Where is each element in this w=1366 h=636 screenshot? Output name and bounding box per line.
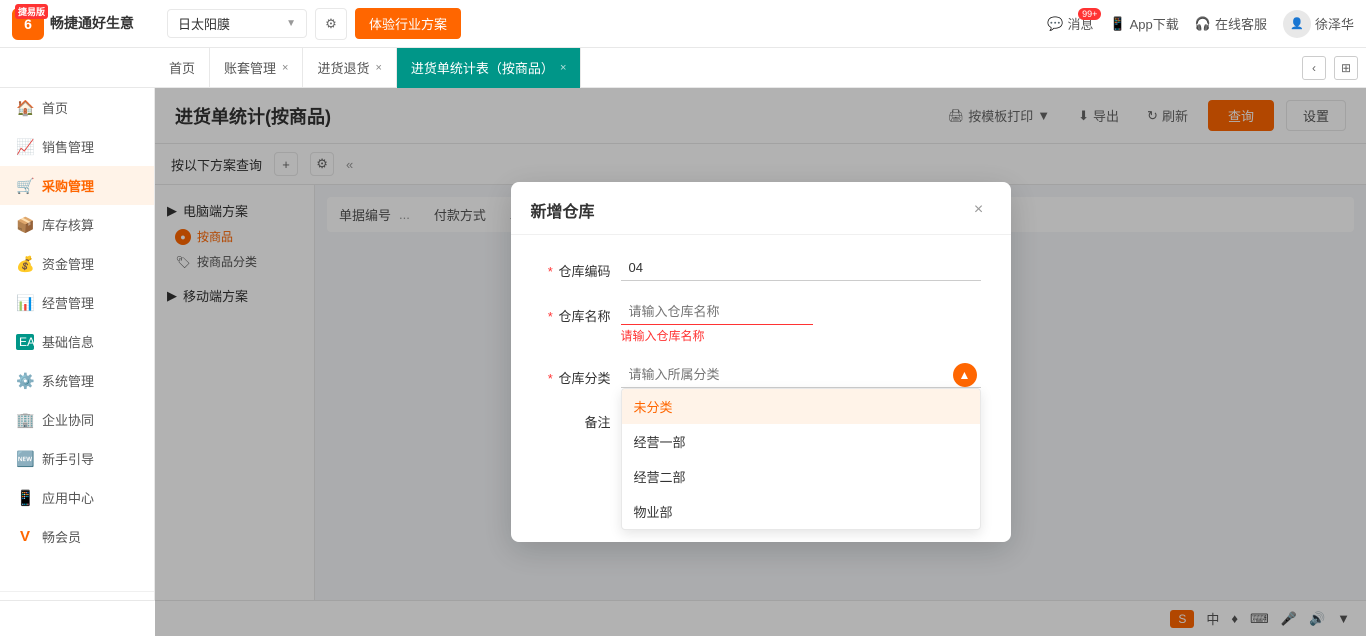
home-icon: 🏠 xyxy=(16,99,34,117)
sidebar-item-guide[interactable]: 🆕 新手引导 xyxy=(0,439,154,478)
online-service-item[interactable]: 🎧 在线客服 xyxy=(1195,14,1267,33)
warehouse-name-error: 请输入仓库名称 xyxy=(541,327,705,344)
tab-purchase-return[interactable]: 进货退货 × xyxy=(303,48,396,88)
dialog-title: 新增仓库 xyxy=(531,198,595,222)
finance-icon: 💰 xyxy=(16,255,34,273)
close-icon[interactable]: × xyxy=(375,62,381,74)
sidebar-item-purchase[interactable]: 🛒 采购管理 xyxy=(0,166,154,205)
close-icon[interactable]: × xyxy=(560,62,566,74)
warehouse-name-input[interactable] xyxy=(621,299,813,325)
top-header: 6 捷易版 畅捷通好生意 日太阳膜 ▼ ⚙ 体验行业方案 💬 消息 99+ 📱 … xyxy=(0,0,1366,48)
header-middle: 日太阳膜 ▼ ⚙ 体验行业方案 xyxy=(167,8,1047,40)
warehouse-name-label: * 仓库名称 xyxy=(541,300,621,325)
tab-purchase-stat[interactable]: 进货单统计表（按商品） × xyxy=(397,48,581,88)
modal-overlay: 新增仓库 × * 仓库编码 xyxy=(155,88,1366,636)
tab-home[interactable]: 首页 xyxy=(155,48,210,88)
system-icon: ⚙️ xyxy=(16,372,34,390)
user-item[interactable]: 👤 徐泽华 xyxy=(1283,10,1354,38)
dialog-body: * 仓库编码 * 仓库名称 xyxy=(511,235,1011,476)
operation-icon: 📊 xyxy=(16,294,34,312)
phone-icon: 📱 xyxy=(1109,16,1125,32)
warehouse-code-row: * 仓库编码 xyxy=(541,255,981,281)
app-download-item[interactable]: 📱 App下载 xyxy=(1109,14,1178,33)
category-dropdown-wrapper: ▲ 未分类 经营一部 经营二部 物业部 xyxy=(621,362,981,388)
content-area: 进货单统计(按商品) 🖨 按模板打印 ▼ ⬇ 导出 ↻ 刷新 查询 设置 xyxy=(155,88,1366,636)
logo-text: 畅捷通好生意 xyxy=(50,14,134,32)
warehouse-code-input[interactable] xyxy=(621,255,981,281)
basic-info-icon: EA xyxy=(16,334,34,350)
dropdown-option-property[interactable]: 物业部 xyxy=(622,494,980,529)
sidebar-item-finance[interactable]: 💰 资金管理 xyxy=(0,244,154,283)
new-warehouse-dialog: 新增仓库 × * 仓库编码 xyxy=(511,182,1011,542)
dropdown-toggle-button[interactable]: ▲ xyxy=(953,363,977,387)
chevron-down-icon: ▼ xyxy=(286,18,296,29)
category-dropdown-menu: 未分类 经营一部 经营二部 物业部 xyxy=(621,388,981,530)
dropdown-option-dept1[interactable]: 经营一部 xyxy=(622,424,980,459)
message-icon: 💬 xyxy=(1047,16,1063,32)
sales-icon: 📈 xyxy=(16,138,34,156)
sidebar-item-vip[interactable]: V 畅会员 xyxy=(0,517,154,556)
tab-bar: 首页 账套管理 × 进货退货 × 进货单统计表（按商品） × ‹ ⊞ xyxy=(0,48,1366,88)
tab-controls: ‹ ⊞ xyxy=(1294,48,1366,88)
notification-item[interactable]: 💬 消息 99+ xyxy=(1047,14,1093,33)
sidebar-item-sales[interactable]: 📈 销售管理 xyxy=(0,127,154,166)
dialog-close-button[interactable]: × xyxy=(967,198,991,222)
vip-icon: V xyxy=(16,528,34,545)
sidebar-item-enterprise[interactable]: 🏢 企业协同 xyxy=(0,400,154,439)
warehouse-name-row: * 仓库名称 请输入仓库名称 xyxy=(541,299,981,344)
sidebar-item-operation[interactable]: 📊 经营管理 xyxy=(0,283,154,322)
trial-button[interactable]: 体验行业方案 xyxy=(355,8,461,39)
sidebar-item-system[interactable]: ⚙️ 系统管理 xyxy=(0,361,154,400)
warehouse-code-label: * 仓库编码 xyxy=(541,255,621,280)
sidebar-item-basic-info[interactable]: EA 基础信息 xyxy=(0,322,154,361)
sidebar-item-home[interactable]: 🏠 首页 xyxy=(0,88,154,127)
headset-icon: 🎧 xyxy=(1195,16,1211,32)
tab-prev-button[interactable]: ‹ xyxy=(1302,56,1326,80)
close-icon[interactable]: × xyxy=(282,62,288,74)
dropdown-option-uncategorized[interactable]: 未分类 xyxy=(622,389,980,424)
store-selector[interactable]: 日太阳膜 ▼ xyxy=(167,9,307,38)
sidebar: 🏠 首页 📈 销售管理 🛒 采购管理 📦 库存核算 💰 资金管理 📊 经营管理 … xyxy=(0,88,155,636)
enterprise-icon: 🏢 xyxy=(16,411,34,429)
dialog-header: 新增仓库 × xyxy=(511,182,1011,235)
dropdown-option-dept2[interactable]: 经营二部 xyxy=(622,459,980,494)
main-layout: 🏠 首页 📈 销售管理 🛒 采购管理 📦 库存核算 💰 资金管理 📊 经营管理 … xyxy=(0,88,1366,636)
app-center-icon: 📱 xyxy=(16,489,34,507)
purchase-icon: 🛒 xyxy=(16,177,34,195)
gear-button[interactable]: ⚙ xyxy=(315,8,347,40)
logo-badge: 捷易版 xyxy=(15,4,48,19)
sidebar-item-app-center[interactable]: 📱 应用中心 xyxy=(0,478,154,517)
guide-icon: 🆕 xyxy=(16,450,34,468)
logo-area: 6 捷易版 畅捷通好生意 xyxy=(12,8,167,40)
remark-label: 备注 xyxy=(541,406,621,431)
header-right: 💬 消息 99+ 📱 App下载 🎧 在线客服 👤 徐泽华 xyxy=(1047,10,1354,38)
inventory-icon: 📦 xyxy=(16,216,34,234)
sidebar-item-inventory[interactable]: 📦 库存核算 xyxy=(0,205,154,244)
tab-next-button[interactable]: ⊞ xyxy=(1334,56,1358,80)
notification-badge: 99+ xyxy=(1078,8,1101,20)
category-input[interactable] xyxy=(621,362,981,388)
warehouse-category-label: * 仓库分类 xyxy=(541,362,621,387)
tab-accounts[interactable]: 账套管理 × xyxy=(210,48,303,88)
warehouse-category-row: * 仓库分类 ▲ 未分类 经营一部 经营二部 物业部 xyxy=(541,362,981,388)
logo-icon: 6 捷易版 xyxy=(12,8,44,40)
avatar: 👤 xyxy=(1283,10,1311,38)
